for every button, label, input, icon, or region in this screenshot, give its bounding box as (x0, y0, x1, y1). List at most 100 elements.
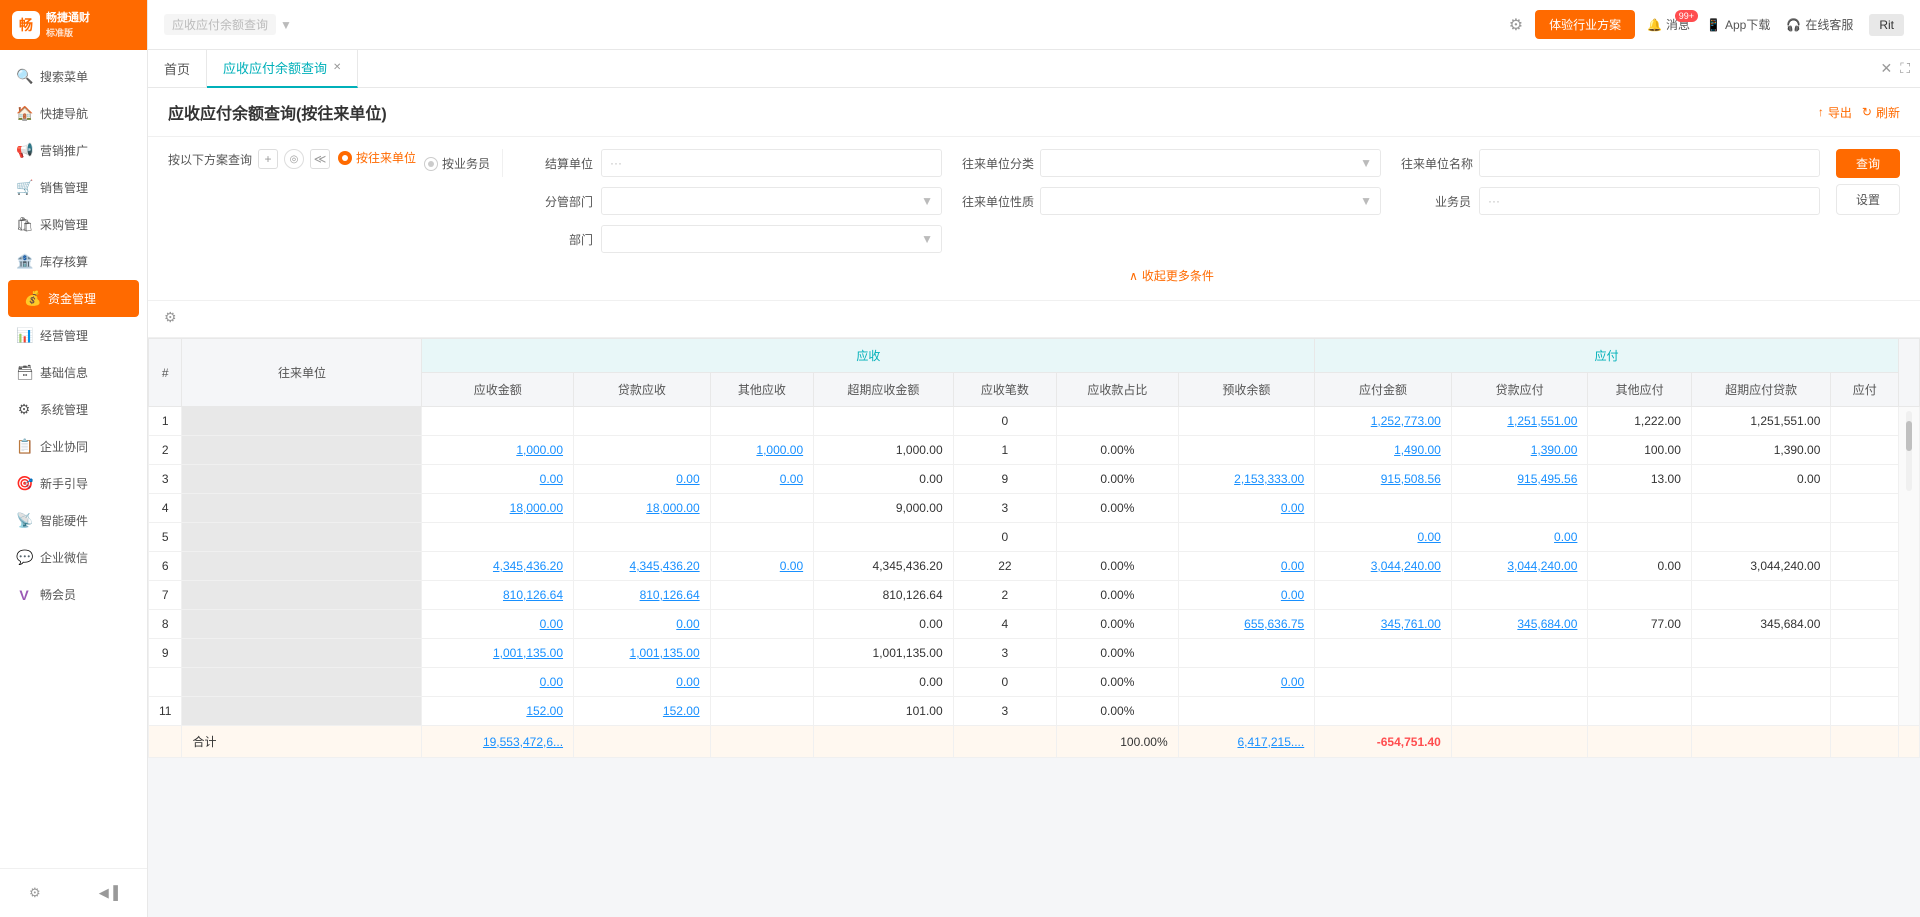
settlement-unit-input[interactable]: ··· (601, 149, 942, 177)
settings-button[interactable]: 设置 (1836, 184, 1900, 215)
filter-settings-circle-btn[interactable]: ◎ (284, 149, 304, 169)
footer-ap-loan (1451, 726, 1588, 758)
table-row: 7810,126.64810,126.64810,126.6420.00%0.0… (149, 581, 1920, 610)
topbar-settings-icon[interactable]: ⚙ (1509, 15, 1523, 35)
cell-num: 3 (149, 465, 182, 494)
sidebar-item-purchase[interactable]: 🛍 采购管理 (0, 206, 147, 243)
collapse-caret-icon: ∧ (1129, 269, 1138, 283)
filter-field-salesperson: 业务员 ··· (1401, 187, 1820, 215)
logo-icon: 畅 (12, 11, 40, 39)
table-toolbar: ⚙ (148, 301, 1920, 338)
sidebar-item-guide[interactable]: 🎯 新手引导 (0, 465, 147, 502)
col-ar-advance: 预收余额 (1178, 373, 1315, 407)
tab-home-label: 首页 (164, 59, 190, 78)
sidebar-item-label: 基础信息 (40, 364, 88, 381)
unit-category-arrow-icon: ▼ (1360, 156, 1372, 170)
cell-num: 8 (149, 610, 182, 639)
dept-arrow-icon: ▼ (921, 232, 933, 246)
filter-field-dept: 部门 ▼ (523, 225, 942, 253)
refresh-icon: ↻ (1862, 105, 1872, 119)
sidebar-collapse-btn[interactable]: ◀▐ (89, 879, 128, 907)
online-service-label: 在线客服 (1805, 16, 1853, 33)
footer-label: 合计 (182, 726, 422, 758)
dept-manage-input[interactable]: ▼ (601, 187, 942, 215)
sidebar-item-hardware[interactable]: 📡 智能硬件 (0, 502, 147, 539)
unit-category-input[interactable]: ▼ (1040, 149, 1381, 177)
tab-arbalance-label: 应收应付余额查询 (223, 58, 327, 77)
table-footer-row: 合计 19,553,472,6... 100.00% 6,417,215....… (149, 726, 1920, 758)
filter-scheme-by-staff[interactable]: 按业务员 (424, 155, 490, 172)
unit-nature-arrow-icon: ▼ (1360, 194, 1372, 208)
table-settings-icon[interactable]: ⚙ (164, 309, 184, 329)
sidebar-item-operation[interactable]: 📊 经营管理 (0, 317, 147, 354)
user-avatar[interactable]: Rit (1869, 14, 1904, 36)
cell-num (149, 668, 182, 697)
unit-name-input[interactable] (1479, 149, 1820, 177)
sidebar-item-finance[interactable]: 💰 资金管理 (8, 280, 139, 317)
footer-ar-count (953, 726, 1057, 758)
app-download-btn[interactable]: 📱 App下载 (1706, 16, 1770, 33)
cell-unit (182, 465, 422, 494)
sidebar-item-label: 销售管理 (40, 179, 88, 196)
sidebar-item-sales[interactable]: 🛒 销售管理 (0, 169, 147, 206)
sidebar-item-quicknav[interactable]: 🏠 快捷导航 (0, 95, 147, 132)
col-ar-amount: 应收金额 (422, 373, 574, 407)
dept-label: 部门 (523, 231, 593, 248)
sidebar-item-system[interactable]: ⚙ 系统管理 (0, 391, 147, 428)
online-service-btn[interactable]: 🎧 在线客服 (1786, 16, 1853, 33)
trial-button[interactable]: 体验行业方案 (1535, 10, 1635, 39)
sidebar-item-search[interactable]: 🔍 搜索菜单 (0, 58, 147, 95)
topbar: 应收应付余额查询 ▼ ⚙ 体验行业方案 🔔 消息 99+ 📱 App下载 🎧 在… (148, 0, 1920, 50)
footer-ar-ratio: 100.00% (1057, 726, 1179, 758)
logo: 畅 畅捷通财 标准版 (0, 0, 147, 50)
sidebar-item-wechat[interactable]: 💬 企业微信 (0, 539, 147, 576)
footer-ar-advance[interactable]: 6,417,215.... (1178, 726, 1315, 758)
tab-arbalance[interactable]: 应收应付余额查询 ✕ (207, 50, 358, 88)
cell-unit: P (182, 610, 422, 639)
sidebar-item-collab[interactable]: 📋 企业协同 (0, 428, 147, 465)
table-row: 101,252,773.001,251,551.001,222.001,251,… (149, 407, 1920, 436)
sidebar-item-label: 资金管理 (48, 290, 96, 307)
refresh-button[interactable]: ↻ 刷新 (1862, 104, 1900, 121)
footer-ar-amount[interactable]: 19,553,472,6... (422, 726, 574, 758)
unit-nature-input[interactable]: ▼ (1040, 187, 1381, 215)
query-button[interactable]: 查询 (1836, 149, 1900, 178)
sidebar: 畅 畅捷通财 标准版 🔍 搜索菜单 🏠 快捷导航 📢 营销推广 🛒 销售管理 🛍… (0, 0, 148, 917)
tab-close-all-icon[interactable]: ✕ (1880, 60, 1892, 77)
footer-scrollbar (1899, 726, 1920, 758)
sidebar-nav: 🔍 搜索菜单 🏠 快捷导航 📢 营销推广 🛒 销售管理 🛍 采购管理 🏦 库存核… (0, 50, 147, 868)
cell-num: 7 (149, 581, 182, 610)
filter-collapse-btn[interactable]: ≪ (310, 149, 330, 169)
col-ap-amount: 应付金额 (1315, 373, 1452, 407)
export-label: 导出 (1828, 104, 1852, 121)
sidebar-item-marketing[interactable]: 📢 营销推广 (0, 132, 147, 169)
settlement-unit-dots: ··· (610, 156, 622, 170)
sales-icon: 🛒 (16, 179, 32, 196)
page-title: 应收应付余额查询(按往来单位) (168, 100, 387, 124)
export-button[interactable]: ↑ 导出 (1818, 104, 1852, 121)
cell-num: 6 (149, 552, 182, 581)
cell-num: 9 (149, 639, 182, 668)
dept-input[interactable]: ▼ (601, 225, 942, 253)
scheme-dot-inner (342, 155, 348, 161)
filter-add-btn[interactable]: + (258, 149, 278, 169)
salesperson-input[interactable]: ··· (1479, 187, 1820, 215)
col-scrollbar (1899, 339, 1920, 407)
filter-collapse-toggle[interactable]: ∧ 收起更多条件 (523, 263, 1820, 288)
sidebar-item-member[interactable]: V 畅会员 (0, 576, 147, 613)
sidebar-item-basic[interactable]: 🗃 基础信息 (0, 354, 147, 391)
notifications-btn[interactable]: 🔔 消息 99+ (1647, 16, 1690, 33)
salesperson-dots: ··· (1488, 194, 1500, 208)
tab-close-icon[interactable]: ✕ (333, 62, 341, 73)
tab-home[interactable]: 首页 (148, 50, 207, 88)
tab-bar: 首页 应收应付余额查询 ✕ ✕ ⛶ (148, 50, 1920, 88)
scheme-by-staff-label: 按业务员 (442, 155, 490, 172)
filter-scheme-by-unit[interactable]: 按往来单位 (338, 149, 416, 166)
finance-icon: 💰 (24, 290, 40, 307)
footer-ap-other (1588, 726, 1692, 758)
table-row: 418,000.0018,000.009,000.0030.00%0.00 (149, 494, 1920, 523)
tab-maximize-icon[interactable]: ⛶ (1900, 60, 1910, 77)
footer-empty (149, 726, 182, 758)
sidebar-settings-btn[interactable]: ⚙ (19, 879, 51, 907)
sidebar-item-inventory[interactable]: 🏦 库存核算 (0, 243, 147, 280)
